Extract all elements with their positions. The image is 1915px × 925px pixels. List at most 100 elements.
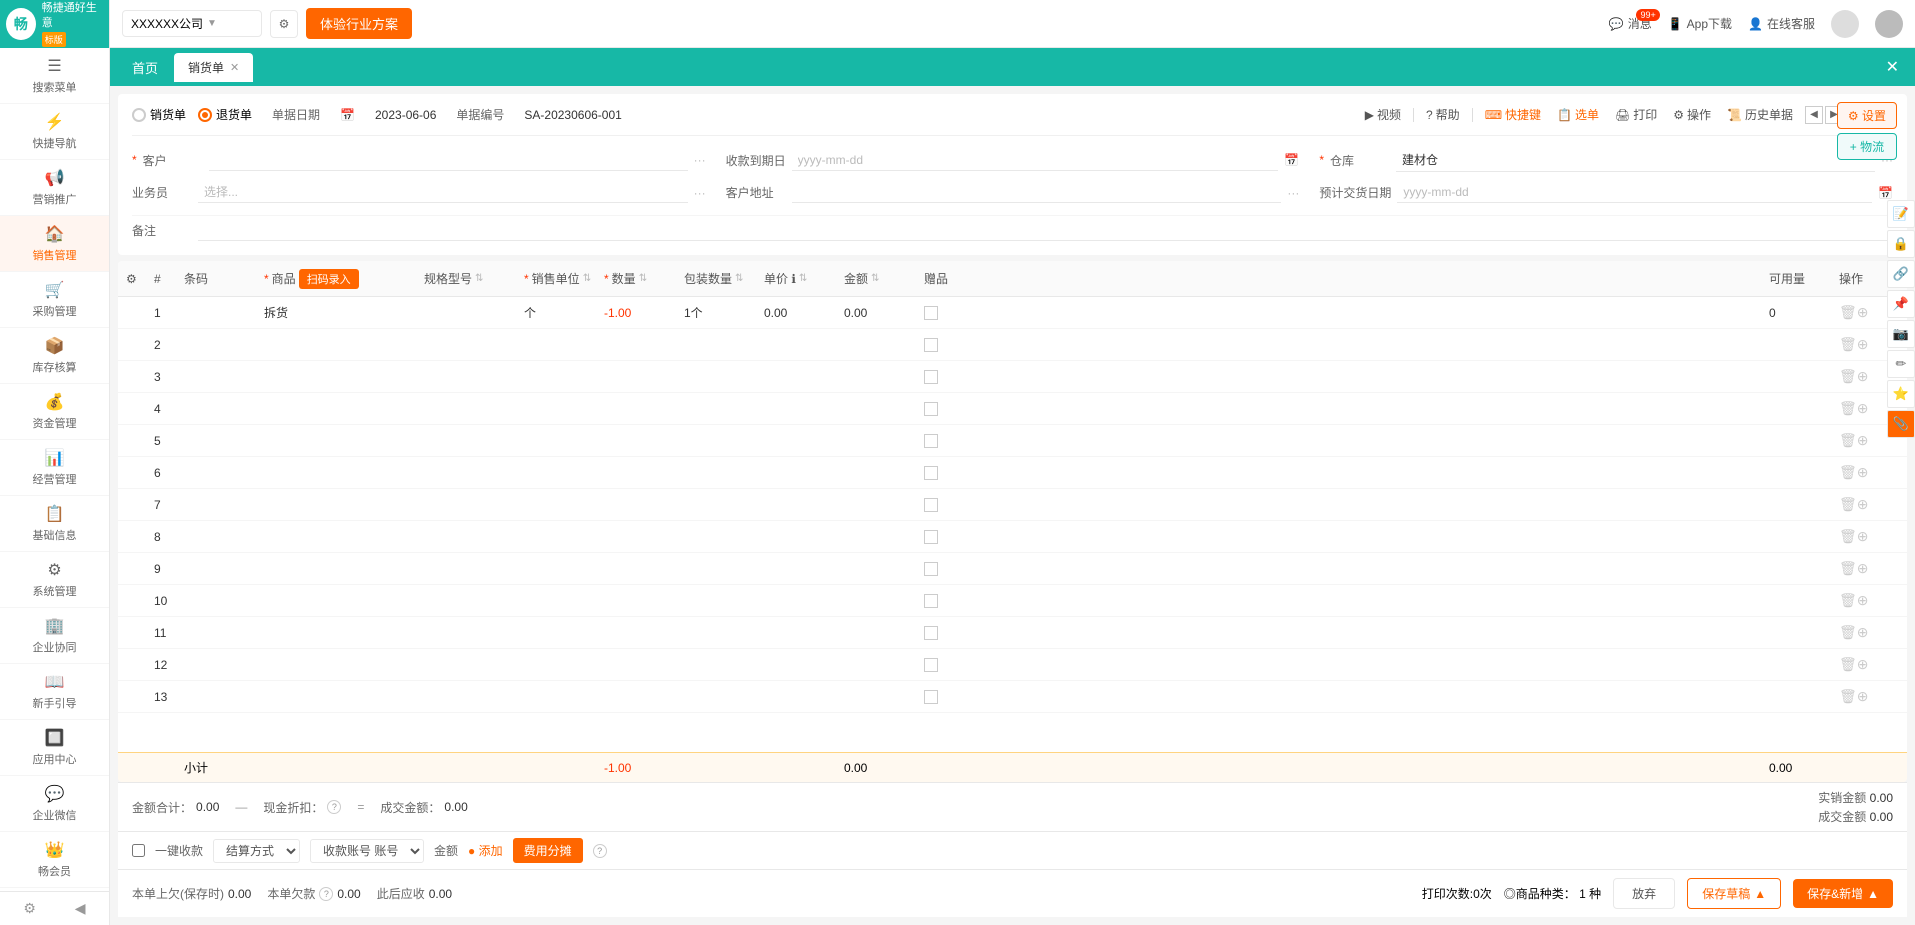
row1-gift[interactable] <box>924 306 974 320</box>
sidebar-item-marketing[interactable]: 📢 营销推广 <box>0 160 109 216</box>
row11-gift-checkbox[interactable] <box>924 626 938 640</box>
one-click-payment-checkbox[interactable] <box>132 844 145 857</box>
sidebar-item-basic[interactable]: 📋 基础信息 <box>0 496 109 552</box>
row7-gift-checkbox[interactable] <box>924 498 938 512</box>
sidebar-item-quick-nav[interactable]: ⚡ 快捷导航 <box>0 104 109 160</box>
video-btn[interactable]: ▶ 视频 <box>1361 104 1405 125</box>
avatar2[interactable] <box>1875 10 1903 38</box>
app-download-btn[interactable]: 📱 App下载 <box>1668 15 1732 32</box>
row1-copy-btn[interactable]: ⊕ <box>1857 304 1869 321</box>
row13-gift-checkbox[interactable] <box>924 690 938 704</box>
sidebar-item-search[interactable]: ☰ 搜索菜单 <box>0 48 109 104</box>
row9-gift[interactable] <box>924 562 974 576</box>
row10-copy-btn[interactable]: ⊕ <box>1857 592 1869 609</box>
row2-delete-btn[interactable]: 🗑 <box>1839 336 1857 353</box>
row1-qty[interactable]: -1.00 <box>604 306 684 320</box>
customer-addr-more-btn[interactable]: ··· <box>1287 186 1299 200</box>
history-btn[interactable]: 📜 历史单据 <box>1723 104 1797 125</box>
row13-delete-btn[interactable]: 🗑 <box>1839 688 1857 705</box>
sidebar-item-system[interactable]: ⚙ 系统管理 <box>0 552 109 608</box>
prev-arrow[interactable]: ◀ <box>1805 106 1823 124</box>
row5-delete-btn[interactable]: 🗑 <box>1839 432 1857 449</box>
row10-gift[interactable] <box>924 594 974 608</box>
row6-copy-btn[interactable]: ⊕ <box>1857 464 1869 481</box>
overdue-help-icon[interactable]: ? <box>319 887 333 901</box>
tabbar-close-btn[interactable]: ✕ <box>1878 53 1907 81</box>
row7-delete-btn[interactable]: 🗑 <box>1839 496 1857 513</box>
payment-account-select[interactable]: 收款账号 账号 <box>310 839 424 863</box>
sidebar-item-inventory[interactable]: 📦 库存核算 <box>0 328 109 384</box>
row11-copy-btn[interactable]: ⊕ <box>1857 624 1869 641</box>
save-draft-btn[interactable]: 保存草稿 ▲ <box>1687 878 1781 909</box>
row3-gift[interactable] <box>924 370 974 384</box>
discount-help-icon[interactable]: ? <box>327 800 341 814</box>
row4-gift[interactable] <box>924 402 974 416</box>
settings-gear-btn[interactable]: ⚙ <box>270 10 298 38</box>
row1-amount[interactable]: 0.00 <box>844 306 924 320</box>
customer-more-btn[interactable]: ··· <box>694 153 706 167</box>
row11-gift[interactable] <box>924 626 974 640</box>
row1-pkgqty[interactable]: 1个 <box>684 304 764 321</box>
row1-delete-btn[interactable]: 🗑 <box>1839 304 1857 321</box>
row12-delete-btn[interactable]: 🗑 <box>1839 656 1857 673</box>
row6-gift-checkbox[interactable] <box>924 466 938 480</box>
th-settings[interactable]: ⚙ <box>126 272 154 286</box>
add-payment-btn[interactable]: ● 添加 <box>468 842 503 859</box>
row12-gift[interactable] <box>924 658 974 672</box>
save-new-btn[interactable]: 保存&新增 ▲ <box>1793 879 1893 908</box>
help-btn[interactable]: ? 帮助 <box>1422 104 1464 125</box>
sidebar-item-guide[interactable]: 📖 新手引导 <box>0 664 109 720</box>
row10-delete-btn[interactable]: 🗑 <box>1839 592 1857 609</box>
fee-split-btn[interactable]: 费用分摊 <box>513 838 583 863</box>
row3-gift-checkbox[interactable] <box>924 370 938 384</box>
operation-btn[interactable]: ⚙ 操作 <box>1669 104 1715 125</box>
payment-due-input[interactable] <box>792 150 1279 171</box>
row1-price[interactable]: 0.00 <box>764 306 844 320</box>
row2-copy-btn[interactable]: ⊕ <box>1857 336 1869 353</box>
row5-copy-btn[interactable]: ⊕ <box>1857 432 1869 449</box>
row4-gift-checkbox[interactable] <box>924 402 938 416</box>
row9-gift-checkbox[interactable] <box>924 562 938 576</box>
row1-gift-checkbox[interactable] <box>924 306 938 320</box>
scan-btn[interactable]: 扫码录入 <box>299 269 359 289</box>
row13-copy-btn[interactable]: ⊕ <box>1857 688 1869 705</box>
row8-copy-btn[interactable]: ⊕ <box>1857 528 1869 545</box>
row5-gift[interactable] <box>924 434 974 448</box>
row9-delete-btn[interactable]: 🗑 <box>1839 560 1857 577</box>
row2-gift[interactable] <box>924 338 974 352</box>
float-btn-3[interactable]: 🔗 <box>1887 260 1915 288</box>
print-btn[interactable]: 🖨 打印 <box>1611 104 1661 125</box>
delivery-date-input[interactable] <box>1397 182 1872 203</box>
note-input[interactable] <box>198 220 1893 241</box>
row7-gift[interactable] <box>924 498 974 512</box>
row8-gift-checkbox[interactable] <box>924 530 938 544</box>
row2-gift-checkbox[interactable] <box>924 338 938 352</box>
salesperson-more-btn[interactable]: ··· <box>694 186 706 200</box>
row5-gift-checkbox[interactable] <box>924 434 938 448</box>
sidebar-item-enterprise[interactable]: 🏢 企业协同 <box>0 608 109 664</box>
sidebar-item-sales[interactable]: 🏠 销售管理 <box>0 216 109 272</box>
sidebar-item-operations[interactable]: 📊 经营管理 <box>0 440 109 496</box>
customer-input[interactable] <box>209 150 688 171</box>
tab-sales-order[interactable]: 销货单 ✕ <box>174 53 253 82</box>
shortcut-btn[interactable]: ⌨ 快捷键 <box>1481 104 1545 125</box>
row6-delete-btn[interactable]: 🗑 <box>1839 464 1857 481</box>
sidebar-item-apps[interactable]: 🔲 应用中心 <box>0 720 109 776</box>
row1-product[interactable]: 拆货 <box>264 304 424 321</box>
payment-method-select[interactable]: 结算方式 <box>213 839 300 863</box>
sidebar-settings-btn[interactable]: ⚙ <box>23 900 36 917</box>
delivery-date-calendar-icon[interactable]: 📅 <box>1878 186 1893 200</box>
row13-gift[interactable] <box>924 690 974 704</box>
float-btn-5[interactable]: 📷 <box>1887 320 1915 348</box>
row1-unit[interactable]: 个 <box>524 304 604 321</box>
row10-gift-checkbox[interactable] <box>924 594 938 608</box>
radio-return-order[interactable]: 退货单 <box>198 106 252 123</box>
select-btn[interactable]: 📋 选单 <box>1553 104 1603 125</box>
tab-close-btn[interactable]: ✕ <box>230 61 239 74</box>
sidebar-item-member[interactable]: 👑 畅会员 <box>0 832 109 888</box>
row9-copy-btn[interactable]: ⊕ <box>1857 560 1869 577</box>
row4-copy-btn[interactable]: ⊕ <box>1857 400 1869 417</box>
float-btn-1[interactable]: 📝 <box>1887 200 1915 228</box>
radio-sales-order[interactable]: 销货单 <box>132 106 186 123</box>
salesperson-input[interactable] <box>198 182 688 203</box>
